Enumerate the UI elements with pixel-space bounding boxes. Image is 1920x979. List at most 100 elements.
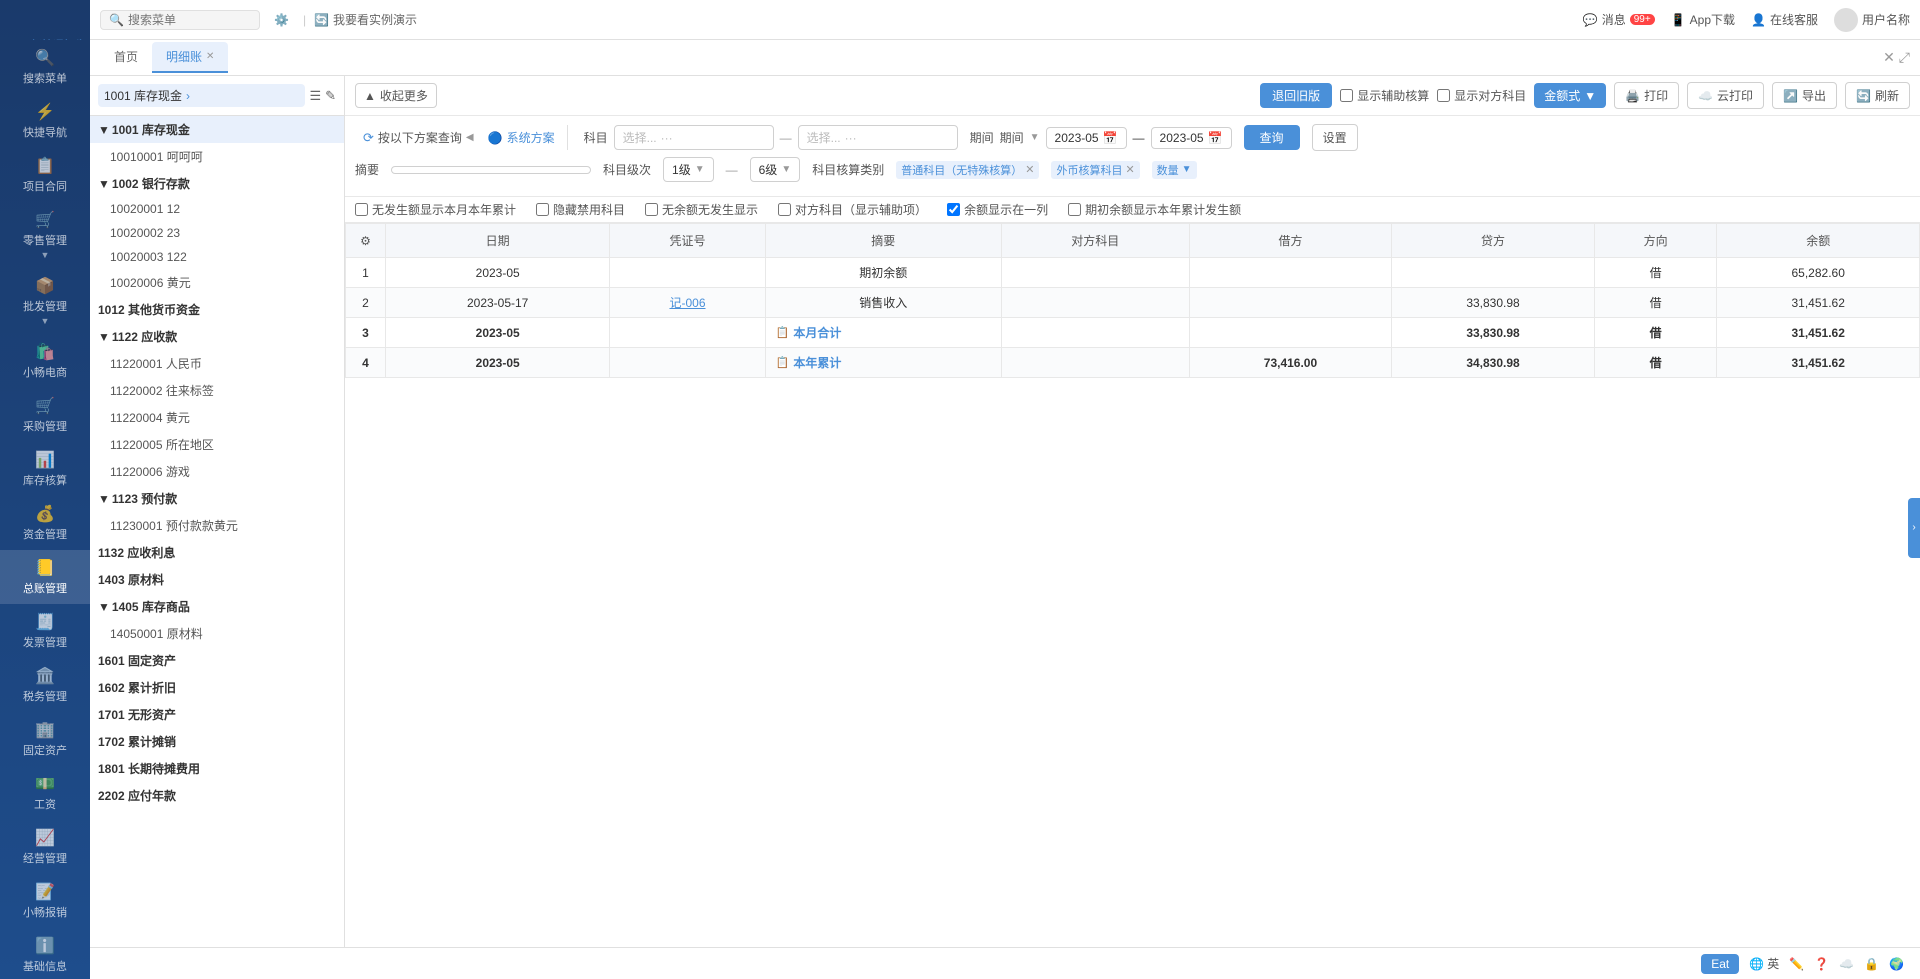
- eat-btn[interactable]: Eat: [1701, 954, 1739, 974]
- tree-view-btn[interactable]: ✎: [325, 88, 336, 104]
- subject-1701[interactable]: 1701 无形资产: [90, 701, 344, 728]
- show-assist-checkbox[interactable]: 显示辅助核算: [1340, 87, 1429, 104]
- subject-input-2[interactable]: 选择... ···: [798, 125, 958, 150]
- subject-1123[interactable]: ▼ 1123 预付款: [90, 485, 344, 512]
- subject-10010001[interactable]: 10010001 呵呵呵: [90, 143, 344, 170]
- cb-period-input[interactable]: [1068, 203, 1081, 216]
- type-tag-1[interactable]: 普通科目（无特殊核算） ✕: [896, 161, 1039, 179]
- show-contra-checkbox[interactable]: 显示对方科目: [1437, 87, 1526, 104]
- sidebar-item-assets[interactable]: 🏢 固定资产: [0, 712, 90, 766]
- level-end-select[interactable]: 6级 ▼: [750, 157, 801, 182]
- subject-1601[interactable]: 1601 固定资产: [90, 647, 344, 674]
- list-view-btn[interactable]: ☰: [309, 88, 321, 104]
- sidebar-item-base[interactable]: ℹ️ 基础信息: [0, 928, 90, 979]
- subject-1403[interactable]: 1403 原材料: [90, 566, 344, 593]
- cb-no-balance-input[interactable]: [645, 203, 658, 216]
- cb-hide-disabled[interactable]: 隐藏禁用科目: [536, 201, 625, 218]
- sidebar-item-search[interactable]: 🔍 搜索菜单: [0, 40, 90, 94]
- subject-11220002[interactable]: 11220002 往来标签: [90, 377, 344, 404]
- subject-10020002[interactable]: 10020002 23: [90, 221, 344, 245]
- period-start-input[interactable]: 2023-05 📅: [1046, 127, 1127, 149]
- cb-contra-subject[interactable]: 对方科目（显示辅助项）: [778, 201, 927, 218]
- sidebar-item-finance[interactable]: 💰 资金管理: [0, 496, 90, 550]
- cb-no-amount-input[interactable]: [355, 203, 368, 216]
- subject-10020001[interactable]: 10020001 12: [90, 197, 344, 221]
- sidebar-item-ledger[interactable]: 📒 总账管理: [0, 550, 90, 604]
- tab-ledger-close[interactable]: ✕: [206, 51, 214, 62]
- bottom-globe-btn[interactable]: 🌍: [1889, 957, 1904, 971]
- cb-period-balance[interactable]: 期初余额显示本年累计发生额: [1068, 201, 1241, 218]
- query-btn[interactable]: 查询: [1244, 125, 1300, 150]
- app-download-btn[interactable]: 📱 App下载: [1671, 11, 1735, 28]
- return-old-btn[interactable]: 退回旧版: [1260, 83, 1332, 108]
- tab-home[interactable]: 首页: [100, 42, 152, 73]
- online-service-btn[interactable]: 👤 在线客服: [1751, 11, 1818, 28]
- cb-no-amount[interactable]: 无发生额显示本月本年累计: [355, 201, 516, 218]
- subject-1801[interactable]: 1801 长期待摊费用: [90, 755, 344, 782]
- sidebar-item-invoice[interactable]: 🧾 发票管理: [0, 604, 90, 658]
- user-area[interactable]: 用户名称: [1834, 8, 1910, 32]
- subject-10020003[interactable]: 10020003 122: [90, 245, 344, 269]
- summary-input[interactable]: [391, 166, 591, 174]
- top-search-box[interactable]: 🔍: [100, 10, 260, 30]
- subject-11230001[interactable]: 11230001 预付款款黄元: [90, 512, 344, 539]
- sidebar-item-inventory[interactable]: 📊 库存核算: [0, 442, 90, 496]
- subject-1132[interactable]: 1132 应收利息: [90, 539, 344, 566]
- sidebar-item-ops[interactable]: 📈 经营管理: [0, 820, 90, 874]
- sidebar-item-retail[interactable]: 🛒 零售管理 ▼: [0, 202, 90, 268]
- sidebar-item-ecommerce[interactable]: 🛍️ 小畅电商: [0, 334, 90, 388]
- cb-hide-disabled-input[interactable]: [536, 203, 549, 216]
- level-start-select[interactable]: 1级 ▼: [663, 157, 714, 182]
- sidebar-item-wholesale[interactable]: 📦 批发管理 ▼: [0, 268, 90, 334]
- subject-1702[interactable]: 1702 累计摊销: [90, 728, 344, 755]
- sidebar-item-purchase[interactable]: 🛒 采购管理: [0, 388, 90, 442]
- lang-btn[interactable]: 🌐 英: [1749, 955, 1779, 972]
- sidebar-item-expense[interactable]: 📝 小畅报销: [0, 874, 90, 928]
- subject-1001[interactable]: ▼ 1001 库存现金: [90, 116, 344, 143]
- subject-11220001[interactable]: 11220001 人民币: [90, 350, 344, 377]
- period-end-input[interactable]: 2023-05 📅: [1151, 127, 1232, 149]
- sidebar-item-salary[interactable]: 💵 工资: [0, 766, 90, 820]
- bottom-cloud-btn[interactable]: ☁️: [1839, 957, 1854, 971]
- settings-btn[interactable]: ⚙️: [268, 11, 295, 29]
- message-btn[interactable]: 💬 消息 99+: [1583, 11, 1655, 28]
- subject-1002[interactable]: ▼ 1002 银行存款: [90, 170, 344, 197]
- show-contra-input[interactable]: [1437, 89, 1450, 102]
- subject-14050001[interactable]: 14050001 原材料: [90, 620, 344, 647]
- print-btn[interactable]: 🖨️ 打印: [1614, 82, 1679, 109]
- subject-1602[interactable]: 1602 累计折旧: [90, 674, 344, 701]
- cb-balance-input[interactable]: [947, 203, 960, 216]
- cb-balance-one-col[interactable]: 余额显示在一列: [947, 201, 1048, 218]
- demo-btn[interactable]: 🔄 我要看实例演示: [314, 11, 417, 28]
- subject-11220004[interactable]: 11220004 黄元: [90, 404, 344, 431]
- tab-bar-close-btn[interactable]: ✕: [1883, 49, 1895, 66]
- system-schema-btn[interactable]: 🔵 系统方案: [488, 129, 555, 146]
- subject-1012[interactable]: 1012 其他货币资金: [90, 296, 344, 323]
- sidebar-item-project[interactable]: 📋 项目合同: [0, 148, 90, 202]
- tab-bar-expand-btn[interactable]: ⤢: [1899, 49, 1910, 66]
- cb-no-balance[interactable]: 无余额无发生显示: [645, 201, 758, 218]
- subject-2202[interactable]: 2202 应付年款: [90, 782, 344, 809]
- expand-more-btn[interactable]: ▲ 收起更多: [355, 83, 437, 108]
- refresh-btn[interactable]: 🔄 刷新: [1845, 82, 1910, 109]
- account-selector[interactable]: 1001 库存现金 ›: [98, 84, 305, 107]
- subject-1122[interactable]: ▼ 1122 应收款: [90, 323, 344, 350]
- amount-mode-btn[interactable]: 金额式 ▼: [1534, 83, 1606, 108]
- tag-remove-2[interactable]: ✕: [1125, 163, 1134, 176]
- tag-remove-1[interactable]: ✕: [1025, 163, 1034, 176]
- sidebar-item-tax[interactable]: 🏛️ 税务管理: [0, 658, 90, 712]
- bottom-edit-icon-btn[interactable]: ✏️: [1789, 957, 1804, 971]
- sidebar-item-quick[interactable]: ⚡ 快捷导航: [0, 94, 90, 148]
- right-expand-btn[interactable]: ›: [1908, 498, 1920, 558]
- voucher-link[interactable]: 记-006: [669, 296, 705, 310]
- bottom-question-btn[interactable]: ❓: [1814, 957, 1829, 971]
- cb-contra-input[interactable]: [778, 203, 791, 216]
- quantity-tag[interactable]: 数量 ▼: [1152, 161, 1197, 179]
- tab-ledger[interactable]: 明细账 ✕: [152, 42, 228, 73]
- bottom-lock-btn[interactable]: 🔒: [1864, 957, 1879, 971]
- subject-input[interactable]: 选择... ···: [614, 125, 774, 150]
- subject-10020006[interactable]: 10020006 黄元: [90, 269, 344, 296]
- subject-11220006[interactable]: 11220006 游戏: [90, 458, 344, 485]
- subject-11220005[interactable]: 11220005 所在地区: [90, 431, 344, 458]
- type-tag-2[interactable]: 外币核算科目 ✕: [1051, 161, 1139, 179]
